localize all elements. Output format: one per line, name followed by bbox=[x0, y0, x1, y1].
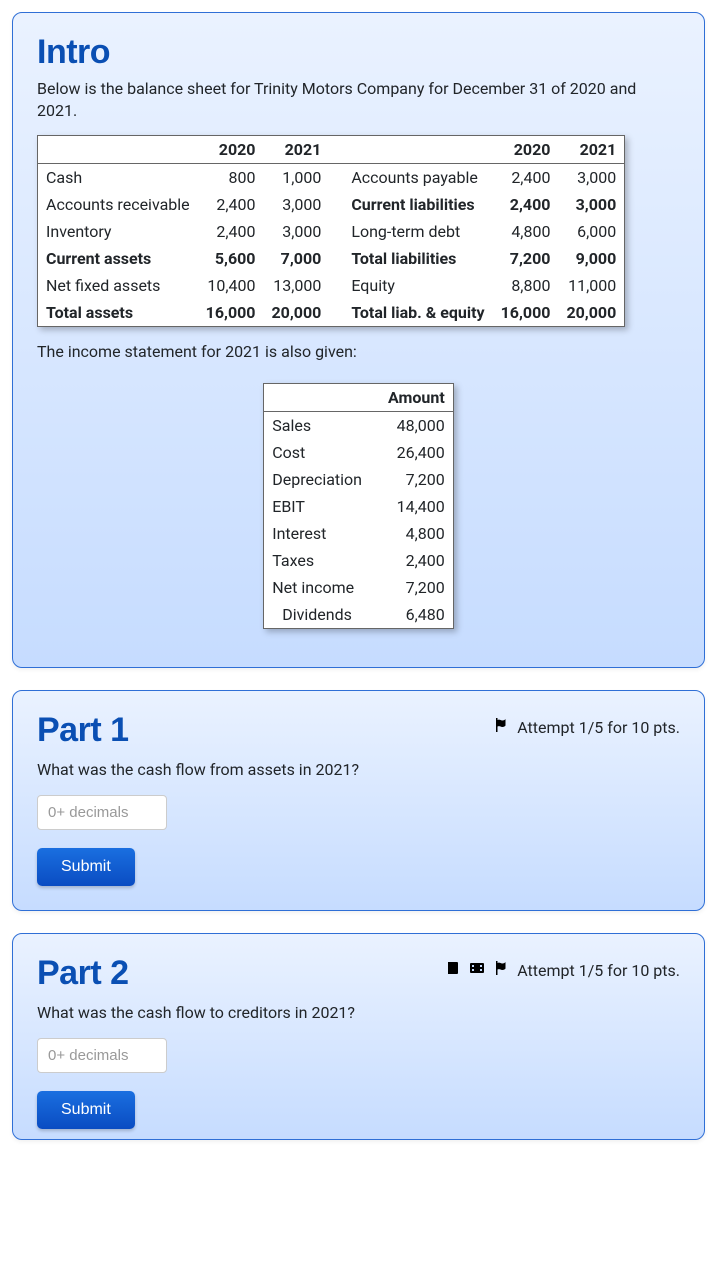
bs-header-y1-right: 2020 bbox=[493, 135, 559, 163]
table-row: Net fixed assets10,40013,000Equity8,8001… bbox=[38, 272, 625, 299]
flag-icon[interactable] bbox=[493, 717, 509, 737]
video-icon[interactable] bbox=[469, 960, 485, 980]
part1-answer-input[interactable] bbox=[37, 795, 167, 830]
bs-header-y2-right: 2021 bbox=[558, 135, 624, 163]
table-row: Taxes2,400 bbox=[264, 547, 454, 574]
intro-text: Below is the balance sheet for Trinity M… bbox=[37, 78, 680, 123]
table-row: Total assets16,00020,000Total liab. & eq… bbox=[38, 299, 625, 327]
table-row: Inventory2,4003,000Long-term debt4,8006,… bbox=[38, 218, 625, 245]
flag-icon[interactable] bbox=[493, 960, 509, 980]
book-icon[interactable] bbox=[445, 960, 461, 980]
income-statement-table: Amount Sales48,000Cost26,400Depreciation… bbox=[263, 383, 454, 629]
income-header: Amount bbox=[380, 384, 453, 412]
table-row: Cost26,400 bbox=[264, 439, 454, 466]
table-row: Net income7,200 bbox=[264, 574, 454, 601]
income-intro-text: The income statement for 2021 is also gi… bbox=[37, 341, 680, 363]
table-row: Dividends6,480 bbox=[264, 601, 454, 629]
intro-title: Intro bbox=[37, 33, 680, 72]
table-row: Current assets5,6007,000Total liabilitie… bbox=[38, 245, 625, 272]
part2-title: Part 2 bbox=[37, 954, 129, 993]
part1-submit-button[interactable]: Submit bbox=[37, 848, 135, 886]
intro-card: Intro Below is the balance sheet for Tri… bbox=[12, 12, 705, 668]
bs-header-y2-left: 2021 bbox=[263, 135, 329, 163]
part1-title: Part 1 bbox=[37, 711, 129, 750]
table-row: Accounts receivable2,4003,000Current lia… bbox=[38, 191, 625, 218]
part2-attempt-row: Attempt 1/5 for 10 pts. bbox=[445, 960, 680, 980]
part2-card: Part 2 Attempt 1/5 for 10 pts. What was … bbox=[12, 933, 705, 1140]
part2-attempt-text: Attempt 1/5 for 10 pts. bbox=[517, 961, 680, 980]
part1-card: Part 1 Attempt 1/5 for 10 pts. What was … bbox=[12, 690, 705, 911]
table-row: Sales48,000 bbox=[264, 412, 454, 440]
part2-submit-button[interactable]: Submit bbox=[37, 1091, 135, 1129]
part2-question: What was the cash flow to creditors in 2… bbox=[37, 1003, 680, 1022]
part1-attempt-text: Attempt 1/5 for 10 pts. bbox=[517, 718, 680, 737]
part2-answer-input[interactable] bbox=[37, 1038, 167, 1073]
table-row: Depreciation7,200 bbox=[264, 466, 454, 493]
table-row: EBIT14,400 bbox=[264, 493, 454, 520]
bs-header-y1-left: 2020 bbox=[198, 135, 264, 163]
table-row: Cash8001,000Accounts payable2,4003,000 bbox=[38, 163, 625, 191]
part1-question: What was the cash flow from assets in 20… bbox=[37, 760, 680, 779]
balance-sheet-table: 2020 2021 2020 2021 Cash8001,000Accounts… bbox=[37, 135, 625, 327]
table-row: Interest4,800 bbox=[264, 520, 454, 547]
part1-attempt-row: Attempt 1/5 for 10 pts. bbox=[493, 717, 680, 737]
